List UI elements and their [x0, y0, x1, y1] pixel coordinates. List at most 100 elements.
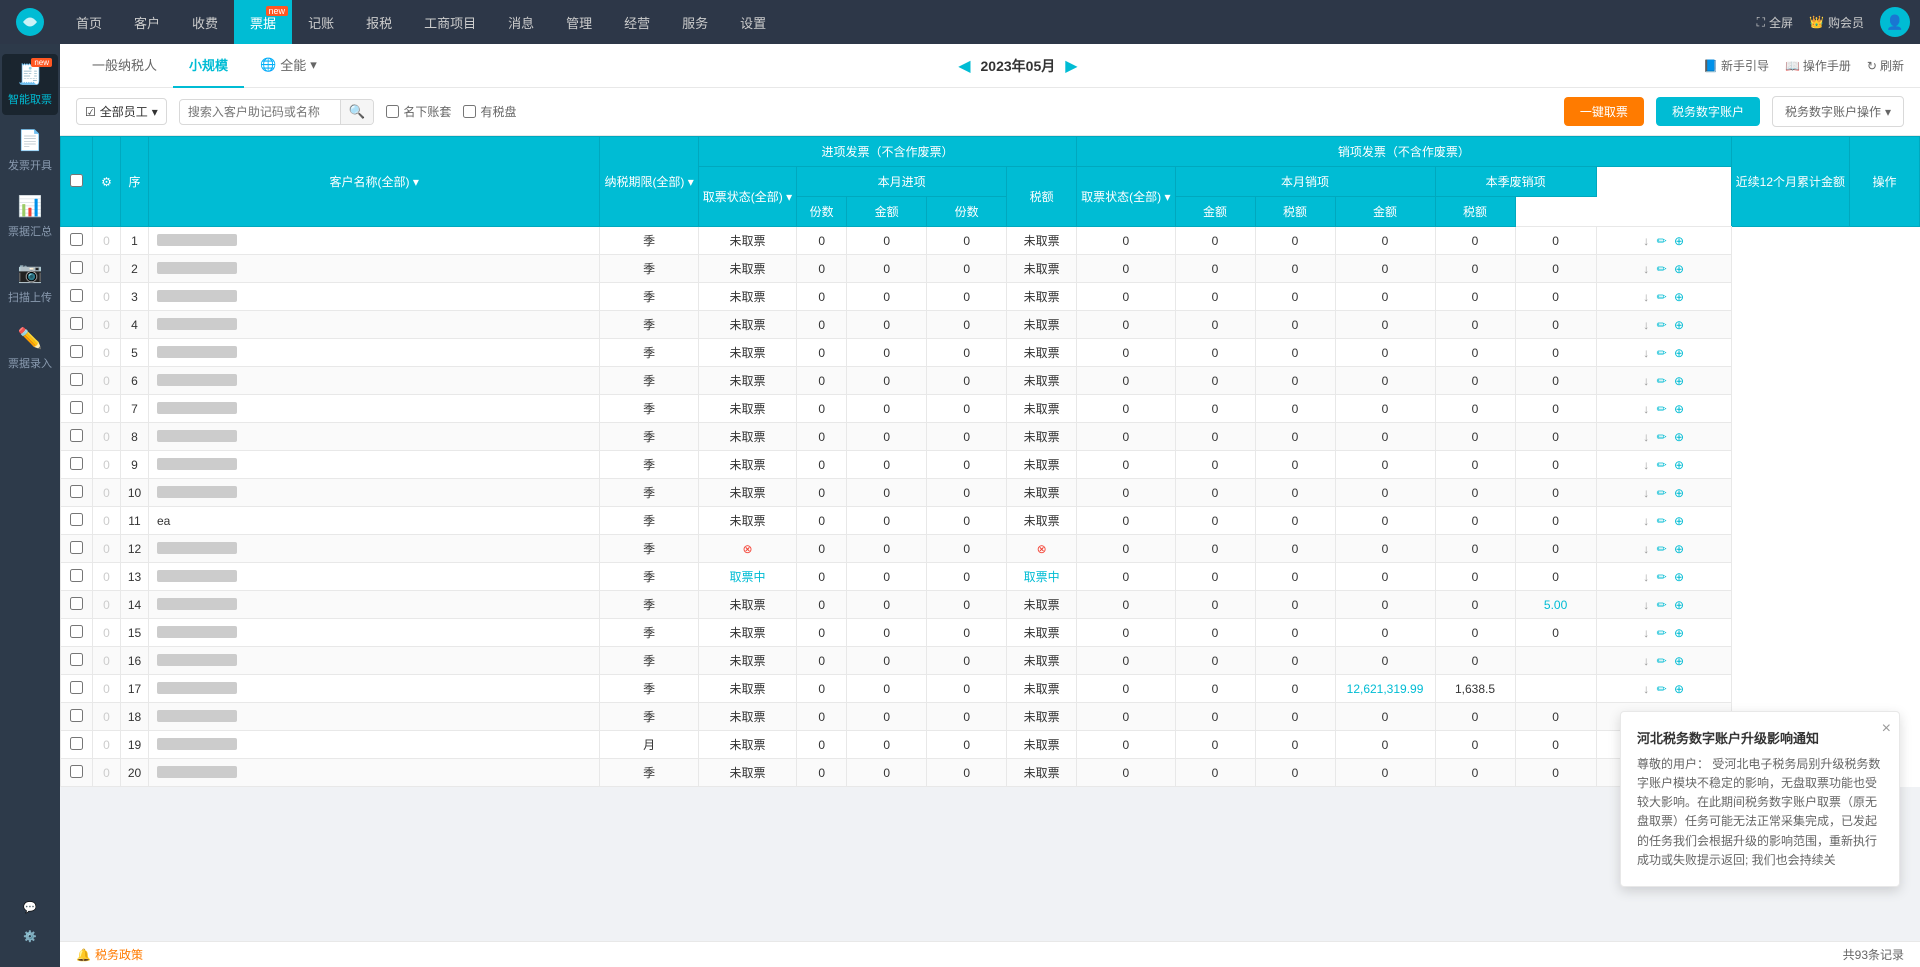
row-edit-icon-8[interactable]: ✏	[1657, 430, 1667, 444]
row-copy-icon-11[interactable]: ⊕	[1674, 514, 1684, 528]
nav-item-settings[interactable]: 设置	[724, 0, 782, 44]
row-checkbox-14[interactable]	[70, 597, 83, 610]
row-download-icon-15[interactable]: ↓	[1643, 626, 1649, 640]
row-download-icon-1[interactable]: ↓	[1643, 234, 1649, 248]
row-download-icon-16[interactable]: ↓	[1643, 654, 1649, 668]
row-copy-icon-14[interactable]: ⊕	[1674, 598, 1684, 612]
row-download-icon-12[interactable]: ↓	[1643, 542, 1649, 556]
row-download-icon-2[interactable]: ↓	[1643, 262, 1649, 276]
sidebar-item-smart-invoice[interactable]: new🧾智能取票	[2, 54, 58, 115]
row-copy-icon-1[interactable]: ⊕	[1674, 234, 1684, 248]
employee-filter[interactable]: ☑ 全部员工 ▾	[76, 98, 167, 125]
row-checkbox-16[interactable]	[70, 653, 83, 666]
row-checkbox-13[interactable]	[70, 569, 83, 582]
tab-small[interactable]: 小规模	[173, 44, 244, 88]
row-copy-icon-13[interactable]: ⊕	[1674, 570, 1684, 584]
notification-close-btn[interactable]: ×	[1882, 720, 1891, 738]
row-copy-icon-8[interactable]: ⊕	[1674, 430, 1684, 444]
row-checkbox-10[interactable]	[70, 485, 83, 498]
row-download-icon-5[interactable]: ↓	[1643, 346, 1649, 360]
row-download-icon-4[interactable]: ↓	[1643, 318, 1649, 332]
row-edit-icon-1[interactable]: ✏	[1657, 234, 1667, 248]
sidebar-bottom-settings2[interactable]: ⚙️	[2, 922, 58, 951]
col-period[interactable]: 纳税期限(全部) ▾	[600, 137, 698, 227]
row-checkbox-15[interactable]	[70, 625, 83, 638]
select-all-checkbox[interactable]	[70, 174, 83, 187]
search-input[interactable]	[180, 101, 340, 123]
nav-item-bookkeeping[interactable]: 记账	[292, 0, 350, 44]
row-download-icon-7[interactable]: ↓	[1643, 402, 1649, 416]
member-btn[interactable]: 👑 购会员	[1809, 14, 1864, 31]
policy-link[interactable]: 🔔 税务政策	[76, 946, 143, 963]
row-edit-icon-4[interactable]: ✏	[1657, 318, 1667, 332]
row-copy-icon-17[interactable]: ⊕	[1674, 682, 1684, 696]
row-copy-icon-16[interactable]: ⊕	[1674, 654, 1684, 668]
row-checkbox-9[interactable]	[70, 457, 83, 470]
nav-item-tax[interactable]: 报税	[350, 0, 408, 44]
sidebar-item-summary[interactable]: 📊票据汇总	[2, 186, 58, 247]
row-download-icon-6[interactable]: ↓	[1643, 374, 1649, 388]
row-checkbox-20[interactable]	[70, 765, 83, 778]
row-edit-icon-11[interactable]: ✏	[1657, 514, 1667, 528]
nav-item-business[interactable]: 工商项目	[408, 0, 492, 44]
search-button[interactable]: 🔍	[340, 100, 374, 124]
row-copy-icon-2[interactable]: ⊕	[1674, 262, 1684, 276]
prev-month-btn[interactable]: ◀	[958, 56, 970, 76]
col-client[interactable]: 客户名称(全部) ▾	[149, 137, 600, 227]
nav-item-invoice[interactable]: 票据new	[234, 0, 292, 44]
row-checkbox-19[interactable]	[70, 737, 83, 750]
row-edit-icon-12[interactable]: ✏	[1657, 542, 1667, 556]
row-download-icon-10[interactable]: ↓	[1643, 486, 1649, 500]
new-guide-btn[interactable]: 📘 新手引导	[1703, 57, 1769, 74]
row-checkbox-12[interactable]	[70, 541, 83, 554]
fullscreen-btn[interactable]: ⛶ 全屏	[1757, 14, 1793, 31]
row-checkbox-18[interactable]	[70, 709, 83, 722]
row-download-icon-14[interactable]: ↓	[1643, 598, 1649, 612]
row-checkbox-8[interactable]	[70, 429, 83, 442]
row-copy-icon-12[interactable]: ⊕	[1674, 542, 1684, 556]
tax-operation-btn[interactable]: 税务数字账户操作 ▾	[1772, 96, 1904, 127]
row-download-icon-8[interactable]: ↓	[1643, 430, 1649, 444]
refresh-btn[interactable]: ↻ 刷新	[1867, 57, 1904, 74]
nav-item-home[interactable]: 首页	[60, 0, 118, 44]
has-tax-filter[interactable]: 有税盘	[463, 103, 516, 120]
row-checkbox-1[interactable]	[70, 233, 83, 246]
row-checkbox-17[interactable]	[70, 681, 83, 694]
tax-digital-btn[interactable]: 税务数字账户	[1656, 97, 1760, 126]
row-edit-icon-9[interactable]: ✏	[1657, 458, 1667, 472]
one-click-btn[interactable]: 一键取票	[1564, 97, 1644, 126]
row-edit-icon-17[interactable]: ✏	[1657, 682, 1667, 696]
row-edit-icon-13[interactable]: ✏	[1657, 570, 1667, 584]
next-month-btn[interactable]: ▶	[1065, 56, 1077, 76]
tab-all[interactable]: 🌐 全能 ▾	[244, 44, 333, 88]
row-checkbox-6[interactable]	[70, 373, 83, 386]
row-copy-icon-5[interactable]: ⊕	[1674, 346, 1684, 360]
row-checkbox-4[interactable]	[70, 317, 83, 330]
col-out-status[interactable]: 取票状态(全部) ▾	[1077, 167, 1175, 227]
row-download-icon-11[interactable]: ↓	[1643, 514, 1649, 528]
row-checkbox-3[interactable]	[70, 289, 83, 302]
col-in-status[interactable]: 取票状态(全部) ▾	[698, 167, 796, 227]
sidebar-item-entry[interactable]: ✏️票据录入	[2, 318, 58, 379]
row-download-icon-9[interactable]: ↓	[1643, 458, 1649, 472]
has-tax-checkbox[interactable]	[463, 105, 476, 118]
row-copy-icon-7[interactable]: ⊕	[1674, 402, 1684, 416]
row-edit-icon-6[interactable]: ✏	[1657, 374, 1667, 388]
row-copy-icon-10[interactable]: ⊕	[1674, 486, 1684, 500]
row-checkbox-2[interactable]	[70, 261, 83, 274]
row-copy-icon-15[interactable]: ⊕	[1674, 626, 1684, 640]
row-checkbox-7[interactable]	[70, 401, 83, 414]
row-edit-icon-7[interactable]: ✏	[1657, 402, 1667, 416]
row-download-icon-17[interactable]: ↓	[1643, 682, 1649, 696]
row-copy-icon-6[interactable]: ⊕	[1674, 374, 1684, 388]
row-edit-icon-3[interactable]: ✏	[1657, 290, 1667, 304]
row-checkbox-5[interactable]	[70, 345, 83, 358]
my-accounts-checkbox[interactable]	[386, 105, 399, 118]
tab-general[interactable]: 一般纳税人	[76, 44, 173, 88]
row-edit-icon-15[interactable]: ✏	[1657, 626, 1667, 640]
row-edit-icon-2[interactable]: ✏	[1657, 262, 1667, 276]
nav-item-client[interactable]: 客户	[118, 0, 176, 44]
my-accounts-filter[interactable]: 名下账套	[386, 103, 451, 120]
sidebar-item-scan[interactable]: 📷扫描上传	[2, 252, 58, 313]
manual-btn[interactable]: 📖 操作手册	[1785, 57, 1851, 74]
